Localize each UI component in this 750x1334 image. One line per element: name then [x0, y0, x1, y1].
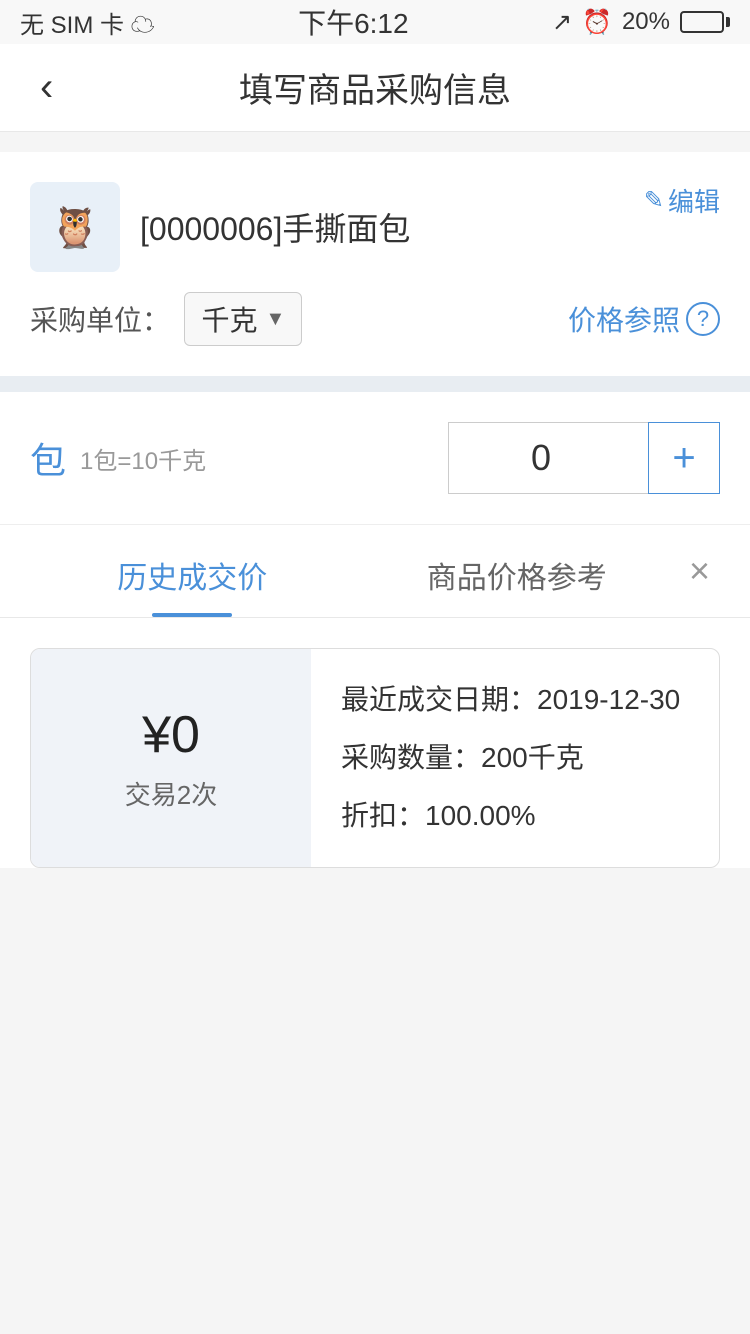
history-date-row: 最近成交日期：2019-12-30 [341, 679, 689, 721]
quantity-label: 采购数量： [341, 742, 481, 773]
sim-signal-text: 无 SIM 卡 ☁ [20, 5, 155, 40]
price-ref-label: 价格参照 [568, 299, 680, 339]
page-title: 填写商品采购信息 [239, 63, 511, 112]
product-name: [0000006]手撕面包 [140, 204, 410, 250]
nav-bar: ‹ 填写商品采购信息 [0, 44, 750, 132]
discount-label: 折扣： [341, 800, 425, 831]
status-bar: 无 SIM 卡 ☁ 下午6:12 ↗ ⏰ 20% [0, 0, 750, 44]
date-label: 最近成交日期： [341, 684, 537, 715]
quantity-input[interactable] [448, 422, 648, 494]
battery-percent: 20% [622, 8, 670, 36]
tabs-row: 历史成交价 商品价格参考 × [0, 525, 750, 618]
history-card: ¥0 交易2次 最近成交日期：2019-12-30 采购数量：200千克 折扣：… [30, 648, 720, 868]
product-info-left: 🦉 [0000006]手撕面包 [30, 182, 410, 272]
quantity-value: 200千克 [481, 742, 584, 773]
location-icon: ↗ [552, 8, 572, 37]
alarm-icon: ⏰ [582, 8, 612, 37]
status-right: ↗ ⏰ 20% [552, 8, 730, 37]
quantity-row: 包 1包=10千克 + [0, 392, 750, 525]
quantity-plus-button[interactable]: + [648, 422, 720, 494]
close-panel-button[interactable]: × [679, 540, 720, 602]
price-reference-link[interactable]: 价格参照 ? [568, 299, 720, 339]
product-thumbnail: 🦉 [30, 182, 120, 272]
tab-history-price[interactable]: 历史成交价 [30, 525, 354, 617]
bottom-panel: 历史成交价 商品价格参考 × ¥0 交易2次 最近成交日期：2019-12-30… [0, 525, 750, 868]
date-value: 2019-12-30 [537, 684, 680, 715]
quantity-unit-tag: 包 [30, 432, 66, 484]
product-logo-icon: 🦉 [50, 204, 100, 251]
section-divider [0, 376, 750, 392]
edit-button[interactable]: ✎ 编辑 [644, 182, 720, 219]
quantity-input-group: + [448, 422, 720, 494]
unit-label: 采购单位： [30, 305, 170, 336]
status-time: 下午6:12 [298, 2, 409, 42]
history-details-right: 最近成交日期：2019-12-30 采购数量：200千克 折扣：100.00% [311, 649, 719, 867]
quantity-sub-text: 1包=10千克 [80, 441, 206, 476]
price-ref-help-icon: ? [686, 302, 720, 336]
history-discount-row: 折扣：100.00% [341, 795, 689, 837]
unit-select[interactable]: 千克 ▼ [184, 292, 302, 346]
product-card: 🦉 [0000006]手撕面包 ✎ 编辑 采购单位： 千克 ▼ 价格参照 ? [0, 152, 750, 376]
unit-dropdown-arrow: ▼ [265, 308, 285, 331]
status-left: 无 SIM 卡 ☁ [20, 5, 155, 40]
unit-section: 采购单位： 千克 ▼ [30, 292, 302, 346]
history-quantity-row: 采购数量：200千克 [341, 737, 689, 779]
history-price-left: ¥0 交易2次 [31, 649, 311, 867]
unit-value: 千克 [201, 299, 257, 339]
product-unit-row: 采购单位： 千克 ▼ 价格参照 ? [30, 292, 720, 346]
history-trade-count: 交易2次 [125, 775, 217, 812]
quantity-left: 包 1包=10千克 [30, 432, 206, 484]
history-price-value: ¥0 [142, 705, 200, 765]
tab-price-reference[interactable]: 商品价格参考 [354, 525, 678, 617]
product-header: 🦉 [0000006]手撕面包 ✎ 编辑 [30, 182, 720, 272]
battery-icon [680, 11, 730, 33]
discount-value: 100.00% [425, 800, 536, 831]
edit-icon: ✎ [644, 186, 664, 215]
back-button[interactable]: ‹ [30, 55, 63, 120]
